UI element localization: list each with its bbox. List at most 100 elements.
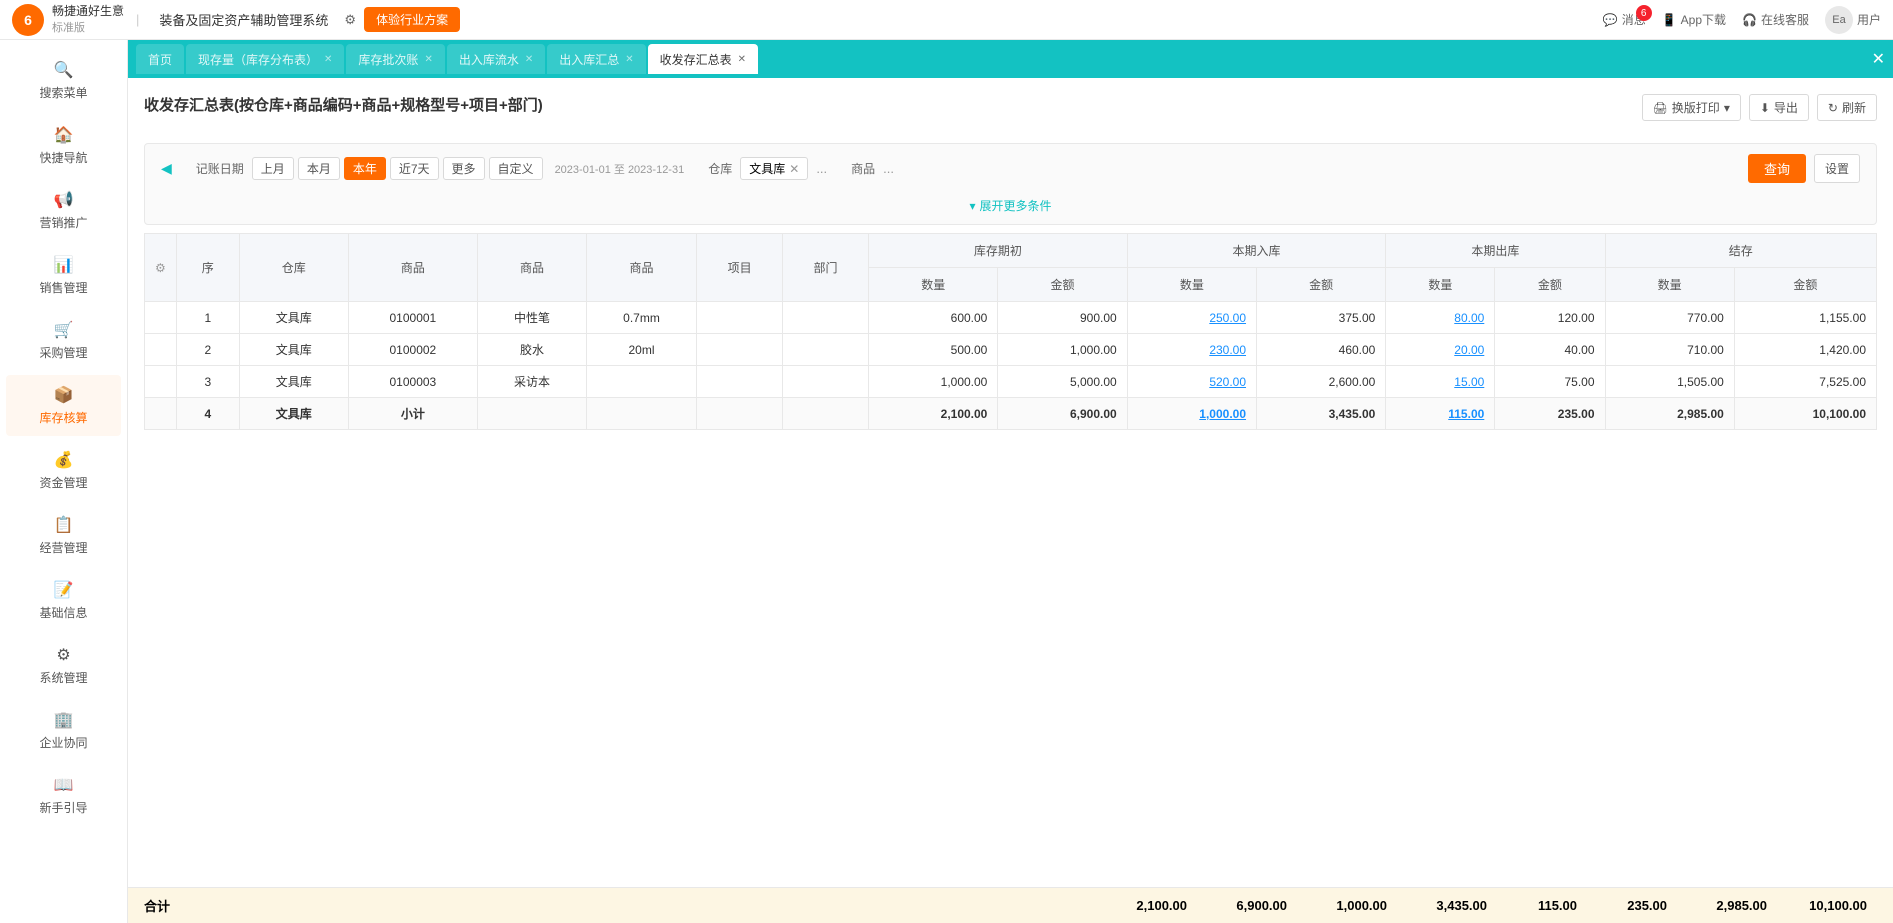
warehouse-tag[interactable]: 文具库 ✕ bbox=[740, 157, 808, 180]
tab-inout-summary-close[interactable]: ✕ bbox=[625, 54, 633, 65]
page-header: 收发存汇总表(按仓库+商品编码+商品+规格型号+项目+部门) 🖨 换版打印 ▾ … bbox=[144, 94, 1877, 131]
sidebar-label: 搜索菜单 bbox=[39, 84, 87, 101]
tab-bar-close-icon[interactable]: ✕ bbox=[1872, 49, 1885, 69]
subtotal-in-qty[interactable]: 1,000.00 bbox=[1127, 398, 1256, 430]
refresh-button[interactable]: ↻ 刷新 bbox=[1817, 94, 1877, 121]
query-button[interactable]: 查询 bbox=[1748, 154, 1806, 183]
row3-no: 3 bbox=[176, 366, 239, 398]
sidebar-label: 销售管理 bbox=[39, 279, 87, 296]
date-btn-more[interactable]: 更多 bbox=[443, 157, 485, 180]
online-service-item[interactable]: 🎧 在线客服 bbox=[1742, 11, 1809, 28]
phone-icon: 📱 bbox=[1662, 13, 1677, 27]
app-download-item[interactable]: 📱 App下载 bbox=[1662, 11, 1726, 28]
row2-bal-amt: 1,420.00 bbox=[1734, 334, 1876, 366]
app-download-label: App下载 bbox=[1681, 11, 1726, 28]
footer-in-amt: 3,435.00 bbox=[1397, 898, 1497, 913]
top-bar: 6 畅捷通好生意 标准版 | 装备及固定资产辅助管理系统 ⚙ 体验行业方案 💬 … bbox=[0, 0, 1893, 40]
user-item[interactable]: Ea 用户 bbox=[1825, 6, 1881, 34]
row2-in-qty[interactable]: 230.00 bbox=[1127, 334, 1256, 366]
row1-code: 0100001 bbox=[348, 302, 477, 334]
warehouse-tag-close-icon[interactable]: ✕ bbox=[789, 162, 799, 176]
warehouse-more-dots[interactable]: ... bbox=[816, 161, 827, 176]
row3-dept bbox=[783, 366, 869, 398]
date-btn-this-year[interactable]: 本年 bbox=[344, 157, 386, 180]
date-btn-custom[interactable]: 自定义 bbox=[489, 157, 543, 180]
row1-out-qty[interactable]: 80.00 bbox=[1386, 302, 1495, 334]
tab-batch[interactable]: 库存批次账 ✕ bbox=[346, 44, 444, 74]
row3-in-qty[interactable]: 520.00 bbox=[1127, 366, 1256, 398]
brand-logo: 6 bbox=[12, 4, 44, 36]
goods-more-dots[interactable]: ... bbox=[883, 161, 894, 176]
sidebar-label: 基础信息 bbox=[39, 604, 87, 621]
sidebar-item-inventory[interactable]: 📦 库存核算 bbox=[6, 375, 121, 436]
expand-conditions-button[interactable]: ▾ 展开更多条件 bbox=[969, 197, 1051, 214]
date-btn-this-month[interactable]: 本月 bbox=[298, 157, 340, 180]
table-row: 1 文具库 0100001 中性笔 0.7mm 600.00 900.00 25… bbox=[145, 302, 1877, 334]
guide-icon: 📖 bbox=[54, 775, 74, 795]
trial-button[interactable]: 体验行业方案 bbox=[364, 7, 460, 32]
filter-collapse-icon[interactable]: ◀ bbox=[161, 160, 172, 177]
row2-out-qty[interactable]: 20.00 bbox=[1386, 334, 1495, 366]
inventory-icon: 📦 bbox=[54, 385, 74, 405]
tab-home[interactable]: 首页 bbox=[136, 44, 184, 74]
sidebar-item-finance[interactable]: 💰 资金管理 bbox=[6, 440, 121, 501]
chevron-down-icon: ▾ bbox=[1724, 101, 1730, 115]
home-icon: 🏠 bbox=[54, 125, 74, 145]
col-in-qty-header: 数量 bbox=[1127, 268, 1256, 302]
filter-line1: ◀ 记账日期 上月 本月 本年 近7天 更多 自定义 2023-01-01 至 … bbox=[161, 154, 1860, 183]
settings-button[interactable]: 设置 bbox=[1814, 154, 1860, 183]
sidebar-item-system[interactable]: ⚙ 系统管理 bbox=[6, 635, 121, 696]
row2-dept bbox=[783, 334, 869, 366]
row2-open-qty: 500.00 bbox=[869, 334, 998, 366]
messages-item[interactable]: 💬 消息 6 bbox=[1603, 11, 1646, 28]
export-icon: ⬇ bbox=[1760, 101, 1770, 115]
subtotal-no: 4 bbox=[176, 398, 239, 430]
row3-out-qty[interactable]: 15.00 bbox=[1386, 366, 1495, 398]
col-open-qty-header: 数量 bbox=[869, 268, 998, 302]
subtotal-label: 小计 bbox=[348, 398, 477, 430]
sidebar-item-guide[interactable]: 📖 新手引导 bbox=[6, 765, 121, 826]
row2-name: 胶水 bbox=[478, 334, 587, 366]
col-bal-amt-header: 金额 bbox=[1734, 268, 1876, 302]
sidebar-item-search-menu[interactable]: 🔍 搜索菜单 bbox=[6, 50, 121, 111]
table-settings-gear-icon[interactable]: ⚙ bbox=[155, 261, 166, 275]
sidebar-item-marketing[interactable]: 📢 营销推广 bbox=[6, 180, 121, 241]
tab-inout-summary[interactable]: 出入库汇总 ✕ bbox=[547, 44, 645, 74]
col-project-header: 项目 bbox=[697, 234, 783, 302]
tab-inout-flow[interactable]: 出入库流水 ✕ bbox=[447, 44, 545, 74]
row2-in-amt: 460.00 bbox=[1257, 334, 1386, 366]
tab-stock-dist-close[interactable]: ✕ bbox=[324, 54, 332, 65]
sidebar-label: 营销推广 bbox=[39, 214, 87, 231]
basic-info-icon: 📝 bbox=[54, 580, 74, 600]
settings-gear-icon[interactable]: ⚙ bbox=[344, 12, 356, 28]
row1-in-qty[interactable]: 250.00 bbox=[1127, 302, 1256, 334]
goods-filter-label: 商品 bbox=[851, 160, 875, 177]
tab-stock-dist[interactable]: 现存量（库存分布表） ✕ bbox=[186, 44, 344, 74]
tab-inout-flow-close[interactable]: ✕ bbox=[525, 54, 533, 65]
tab-collect-summary[interactable]: 收发存汇总表 ✕ bbox=[648, 44, 758, 74]
subtotal-out-qty[interactable]: 115.00 bbox=[1386, 398, 1495, 430]
date-btn-last-month[interactable]: 上月 bbox=[252, 157, 294, 180]
row1-settings-cell bbox=[145, 302, 177, 334]
sidebar-item-operations[interactable]: 📋 经营管理 bbox=[6, 505, 121, 566]
subtotal-project bbox=[697, 398, 783, 430]
print-button[interactable]: 🖨 换版打印 ▾ bbox=[1642, 94, 1741, 121]
sidebar-item-enterprise[interactable]: 🏢 企业协同 bbox=[6, 700, 121, 761]
row2-warehouse: 文具库 bbox=[239, 334, 348, 366]
table-container: ⚙ 序 仓库 商品 商品 商品 项目 部门 库存期初 本期入库 本期出库 结存 bbox=[144, 233, 1877, 430]
tab-inout-flow-label: 出入库流水 bbox=[459, 51, 519, 68]
sidebar-item-basic-info[interactable]: 📝 基础信息 bbox=[6, 570, 121, 631]
export-label: 导出 bbox=[1774, 99, 1798, 116]
sidebar-item-sales[interactable]: 📊 销售管理 bbox=[6, 245, 121, 306]
page-header-right: 🖨 换版打印 ▾ ⬇ 导出 ↻ 刷新 bbox=[1642, 94, 1877, 121]
tab-collect-summary-close[interactable]: ✕ bbox=[738, 54, 746, 65]
sidebar-item-purchase[interactable]: 🛒 采购管理 bbox=[6, 310, 121, 371]
date-btn-7days[interactable]: 近7天 bbox=[390, 157, 439, 180]
date-buttons: 上月 本月 本年 近7天 更多 自定义 bbox=[252, 157, 543, 180]
row1-bal-qty: 770.00 bbox=[1605, 302, 1734, 334]
sidebar-item-quick-nav[interactable]: 🏠 快捷导航 bbox=[6, 115, 121, 176]
goods-filter-group: 商品 ... bbox=[851, 160, 894, 177]
export-button[interactable]: ⬇ 导出 bbox=[1749, 94, 1809, 121]
footer-open-qty: 2,100.00 bbox=[1077, 898, 1197, 913]
tab-batch-close[interactable]: ✕ bbox=[424, 54, 432, 65]
